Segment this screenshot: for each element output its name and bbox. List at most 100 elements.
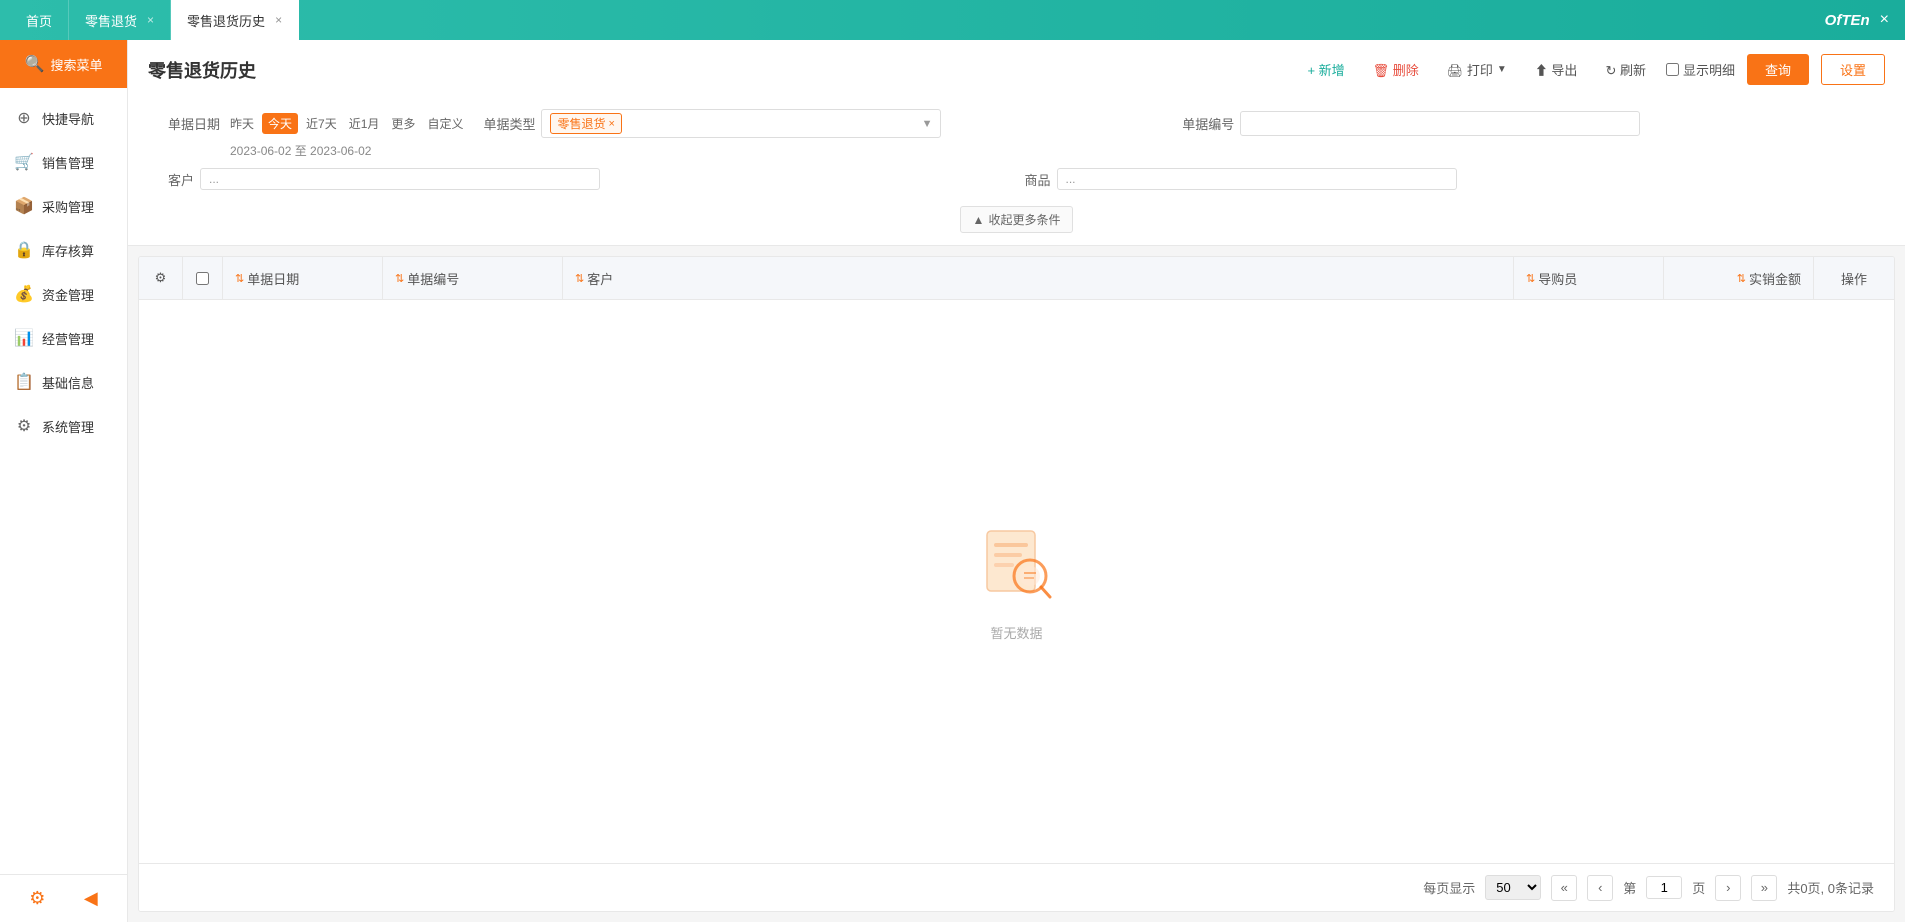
print-button[interactable]: 🖨 打印 ▼	[1439, 56, 1515, 83]
print-dropdown-icon[interactable]: ▼	[1497, 64, 1507, 75]
sidebar-item-base-info[interactable]: 📋 基础信息	[0, 360, 127, 404]
page-header: 零售退货历史 + 新增 🗑 删除 🖨 打印 ▼ ⬆ 导出	[128, 40, 1905, 246]
th-guide-label: 导购员	[1538, 269, 1577, 288]
sidebar-item-purchase-mgmt[interactable]: 📦 采购管理	[0, 184, 127, 228]
th-op-label: 操作	[1841, 269, 1867, 288]
voucher-type-tag: 零售退货 ×	[550, 113, 621, 134]
customer-select[interactable]: ...	[200, 168, 600, 190]
th-number[interactable]: ⇅ 单据编号	[383, 257, 563, 299]
page-number-input[interactable]	[1646, 876, 1682, 899]
collapse-icon: ▲	[973, 213, 985, 227]
voucher-num-label: 单据编号	[1182, 114, 1234, 133]
th-guide[interactable]: ⇅ 导购员	[1514, 257, 1664, 299]
date-opt-1month[interactable]: 近1月	[345, 113, 384, 134]
page-size-select[interactable]: 50 100 200	[1485, 875, 1541, 900]
th-date-label: 单据日期	[247, 269, 299, 288]
th-customer-label: 客户	[587, 269, 613, 288]
voucher-type-select[interactable]: 零售退货 × ▼	[541, 109, 941, 138]
select-all-checkbox[interactable]	[196, 272, 209, 285]
setting-button[interactable]: 设置	[1821, 54, 1885, 85]
th-amount-sort-icon: ⇅	[1737, 272, 1746, 285]
date-opt-more[interactable]: 更多	[387, 113, 419, 134]
th-amount[interactable]: ⇅ 实销金额	[1664, 257, 1814, 299]
show-detail-checkbox[interactable]	[1666, 63, 1679, 76]
tab-retail-return-history[interactable]: 零售退货历史 ×	[171, 0, 299, 40]
voucher-type-tag-close[interactable]: ×	[608, 118, 614, 130]
export-button-label: ⬆ 导出	[1535, 60, 1578, 79]
tab-home[interactable]: 首页	[10, 0, 69, 40]
tab-retail-return-close[interactable]: ×	[147, 13, 154, 27]
sidebar-search-label: 搜索菜单	[50, 55, 102, 74]
date-filter-label: 单据日期	[168, 114, 220, 133]
sidebar-item-quick-nav-label: 快捷导航	[42, 109, 94, 128]
page-title: 零售退货历史	[148, 57, 256, 83]
settings-icon: ⚙	[155, 270, 167, 286]
delete-button[interactable]: 🗑 删除	[1365, 56, 1427, 83]
page-title-row: 零售退货历史 + 新增 🗑 删除 🖨 打印 ▼ ⬆ 导出	[148, 54, 1885, 85]
th-number-label: 单据编号	[407, 269, 459, 288]
sidebar-item-finance[interactable]: 💰 资金管理	[0, 272, 127, 316]
window-close-button[interactable]: ×	[1880, 11, 1889, 29]
empty-illustration	[972, 521, 1062, 611]
sidebar-bottom: ⚙ ◀	[0, 874, 127, 922]
new-button[interactable]: + 新增	[1299, 56, 1352, 83]
th-number-sort-icon: ⇅	[395, 272, 404, 285]
th-amount-label: 实销金额	[1749, 269, 1801, 288]
goods-ellipsis: ...	[1066, 172, 1076, 186]
content-area: 零售退货历史 + 新增 🗑 删除 🖨 打印 ▼ ⬆ 导出	[128, 40, 1905, 922]
collapse-filter-button[interactable]: ▲ 收起更多条件	[960, 206, 1074, 233]
sidebar-collapse-button[interactable]: ◀	[84, 888, 98, 909]
sidebar-item-inventory-label: 库存核算	[42, 241, 94, 260]
date-opt-today[interactable]: 今天	[262, 113, 298, 134]
pagination-bar: 每页显示 50 100 200 « ‹ 第 页 › » 共0页, 0条记录	[139, 863, 1894, 911]
sidebar-search-button[interactable]: 🔍 搜索菜单	[0, 40, 127, 88]
finance-icon: 💰	[14, 284, 34, 304]
sidebar-item-sales-mgmt[interactable]: 🛒 销售管理	[0, 140, 127, 184]
sidebar-item-operations[interactable]: 📊 经营管理	[0, 316, 127, 360]
empty-text: 暂无数据	[990, 623, 1042, 642]
main-layout: 🔍 搜索菜单 ⊕ 快捷导航 🛒 销售管理 📦 采购管理 🔒 库存核算 💰	[0, 40, 1905, 922]
sidebar-item-operations-label: 经营管理	[42, 329, 94, 348]
sidebar-settings-button[interactable]: ⚙	[29, 888, 45, 909]
sidebar-item-inventory[interactable]: 🔒 库存核算	[0, 228, 127, 272]
date-opt-7days[interactable]: 近7天	[302, 113, 341, 134]
sidebar-item-purchase-label: 采购管理	[42, 197, 94, 216]
tab-retail-return[interactable]: 零售退货 ×	[69, 0, 171, 40]
tab-retail-return-history-label: 零售退货历史	[187, 11, 265, 30]
goods-label: 商品	[1025, 170, 1051, 189]
query-button[interactable]: 查询	[1747, 54, 1809, 85]
date-opt-yesterday[interactable]: 昨天	[226, 113, 258, 134]
th-date[interactable]: ⇅ 单据日期	[223, 257, 383, 299]
base-info-icon: 📋	[14, 372, 34, 392]
empty-state: 暂无数据	[139, 300, 1894, 863]
page-num-prefix: 第	[1623, 878, 1636, 897]
date-opt-custom[interactable]: 自定义	[423, 113, 467, 134]
sidebar-item-finance-label: 资金管理	[42, 285, 94, 304]
next-page-button[interactable]: ›	[1715, 875, 1741, 901]
system-icon: ⚙	[14, 416, 34, 436]
customer-label: 客户	[168, 170, 194, 189]
toolbar: + 新增 🗑 删除 🖨 打印 ▼ ⬆ 导出 ↻ 刷新	[1299, 54, 1885, 85]
sidebar-item-quick-nav[interactable]: ⊕ 快捷导航	[0, 96, 127, 140]
total-info: 共0页, 0条记录	[1787, 878, 1874, 897]
voucher-num-input[interactable]	[1240, 111, 1640, 136]
voucher-num-filter-group: 单据编号	[1182, 111, 1865, 136]
tab-home-label: 首页	[26, 11, 52, 30]
customer-filter-group: 客户 ...	[168, 168, 1009, 190]
refresh-button[interactable]: ↻ 刷新	[1597, 56, 1654, 83]
voucher-type-dropdown-icon[interactable]: ▼	[922, 118, 933, 130]
last-page-button[interactable]: »	[1751, 875, 1777, 901]
th-date-sort-icon: ⇅	[235, 272, 244, 285]
first-page-button[interactable]: «	[1551, 875, 1577, 901]
show-detail-label: 显示明细	[1683, 60, 1735, 79]
prev-page-button[interactable]: ‹	[1587, 875, 1613, 901]
export-button[interactable]: ⬆ 导出	[1527, 56, 1586, 83]
tab-retail-return-history-close[interactable]: ×	[275, 13, 282, 27]
goods-select[interactable]: ...	[1057, 168, 1457, 190]
filter-row-2: 客户 ... 商品 ...	[168, 168, 1865, 190]
collapse-label: 收起更多条件	[988, 211, 1060, 228]
th-settings[interactable]: ⚙	[139, 257, 183, 299]
sidebar-item-system-mgmt[interactable]: ⚙ 系统管理	[0, 404, 127, 448]
sidebar-menu: ⊕ 快捷导航 🛒 销售管理 📦 采购管理 🔒 库存核算 💰 资金管理 📊	[0, 88, 127, 874]
th-customer[interactable]: ⇅ 客户	[563, 257, 1514, 299]
